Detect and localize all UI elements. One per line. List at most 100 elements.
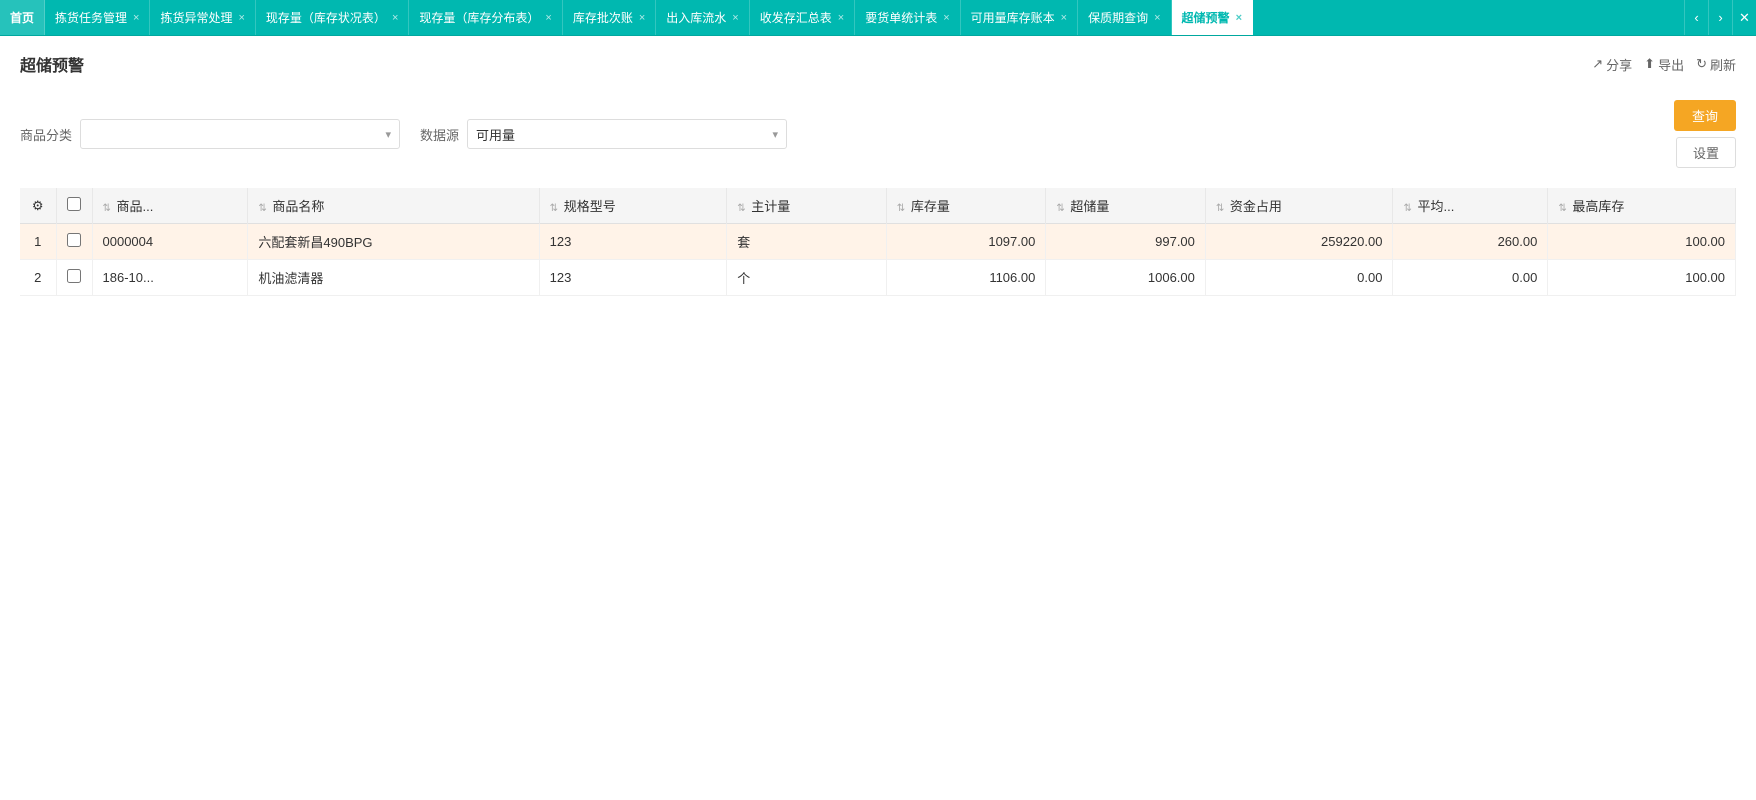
sort-icon-product-code: ⇅ bbox=[103, 203, 111, 214]
nav-arrows: ‹ › ✕ bbox=[1684, 0, 1756, 36]
row-checkbox[interactable] bbox=[67, 233, 81, 247]
col-unit[interactable]: ⇅ 主计量 bbox=[727, 188, 887, 224]
nav-tab-inout-flow[interactable]: 出入库流水 × bbox=[656, 0, 749, 36]
col-avg-label: 平均... bbox=[1417, 199, 1454, 214]
sort-icon-max-stock: ⇅ bbox=[1558, 203, 1566, 214]
row-spec: 123 bbox=[539, 260, 727, 296]
row-index: 1 bbox=[20, 224, 56, 260]
sort-icon-avg: ⇅ bbox=[1403, 203, 1411, 214]
row-checkbox[interactable] bbox=[67, 269, 81, 283]
share-action[interactable]: ↗ 分享 bbox=[1592, 55, 1632, 74]
settings-button[interactable]: 设置 bbox=[1676, 137, 1736, 168]
nav-tab-close-quality-check[interactable]: × bbox=[1154, 12, 1160, 24]
nav-tab-close-avail-ledger[interactable]: × bbox=[1061, 12, 1067, 24]
col-unit-label: 主计量 bbox=[751, 199, 790, 214]
col-avg[interactable]: ⇅ 平均... bbox=[1393, 188, 1548, 224]
nav-tab-task-mgmt[interactable]: 拣货任务管理 × bbox=[45, 0, 150, 36]
refresh-icon: ↻ bbox=[1696, 56, 1707, 72]
share-label: 分享 bbox=[1606, 55, 1632, 74]
col-gear[interactable]: ⚙ bbox=[20, 188, 56, 224]
nav-tab-label-task-mgmt: 拣货任务管理 bbox=[55, 9, 127, 26]
nav-tab-label-collect-send: 收发存汇总表 bbox=[760, 9, 832, 26]
page-actions: ↗ 分享 ⬆ 导出 ↻ 刷新 bbox=[1592, 55, 1736, 74]
export-icon: ⬆ bbox=[1644, 56, 1655, 72]
nav-tab-abnormal[interactable]: 拣货异常处理× bbox=[150, 0, 255, 36]
row-unit: 个 bbox=[727, 260, 887, 296]
nav-tab-close-overstock-warning[interactable]: × bbox=[1236, 12, 1242, 24]
nav-tab-quality-check[interactable]: 保质期查询× bbox=[1078, 0, 1171, 36]
data-source-label: 数据源 bbox=[420, 125, 459, 144]
nav-tab-close-task-mgmt[interactable]: × bbox=[133, 12, 139, 24]
product-category-filter: 商品分类 ▾ bbox=[20, 119, 400, 149]
nav-tab-label-batch-ledger: 库存批次账 bbox=[573, 9, 633, 26]
col-max-stock[interactable]: ⇅ 最高库存 bbox=[1548, 188, 1736, 224]
col-spec[interactable]: ⇅ 规格型号 bbox=[539, 188, 727, 224]
data-source-value: 可用量 bbox=[476, 125, 515, 144]
nav-tab-close-collect-send[interactable]: × bbox=[838, 12, 844, 24]
product-category-select[interactable]: ▾ bbox=[80, 119, 400, 149]
col-product-code[interactable]: ⇅ 商品... bbox=[92, 188, 248, 224]
nav-tab-overstock-warning[interactable]: 超储预警× bbox=[1172, 0, 1253, 36]
data-source-filter: 数据源 可用量 ▾ bbox=[420, 119, 787, 149]
row-overstock: 997.00 bbox=[1046, 224, 1206, 260]
row-product-name: 机油滤清器 bbox=[248, 260, 539, 296]
nav-tab-collect-send[interactable]: 收发存汇总表 × bbox=[750, 0, 855, 36]
data-source-arrow: ▾ bbox=[773, 128, 779, 141]
query-button[interactable]: 查询 bbox=[1674, 100, 1736, 131]
sort-icon-capital-use: ⇅ bbox=[1216, 203, 1224, 214]
nav-tab-close-inventory-status[interactable]: × bbox=[392, 12, 398, 24]
nav-tab-label-inventory-status: 现存量（库存状况表） bbox=[266, 9, 386, 26]
refresh-action[interactable]: ↻ 刷新 bbox=[1696, 55, 1736, 74]
nav-tab-label-inventory-dist: 现存量（库存分布表） bbox=[419, 9, 539, 26]
table-row: 10000004六配套新昌490BPG123套1097.00997.002592… bbox=[20, 224, 1736, 260]
col-stock[interactable]: ⇅ 库存量 bbox=[886, 188, 1046, 224]
row-spec: 123 bbox=[539, 224, 727, 260]
page-container: 超储预警 ↗ 分享 ⬆ 导出 ↻ 刷新 商品分类 ▾ bbox=[0, 36, 1756, 312]
row-max-stock: 100.00 bbox=[1548, 260, 1736, 296]
col-product-name-label: 商品名称 bbox=[272, 199, 324, 214]
col-capital-use-label: 资金占用 bbox=[1230, 199, 1282, 214]
row-capital-use: 0.00 bbox=[1205, 260, 1393, 296]
row-max-stock: 100.00 bbox=[1548, 224, 1736, 260]
nav-tab-batch-ledger[interactable]: 库存批次账 × bbox=[563, 0, 656, 36]
table-row: 2186-10...机油滤清器123个1106.001006.000.000.0… bbox=[20, 260, 1736, 296]
nav-tab-label-avail-ledger: 可用量库存账本 bbox=[971, 9, 1055, 26]
data-table: ⚙ ⇅ 商品... ⇅ 商品名称 ⇅ 规格型号 ⇅ bbox=[20, 188, 1736, 296]
nav-right-arrow[interactable]: › bbox=[1708, 0, 1732, 36]
nav-tab-close-order-stats[interactable]: × bbox=[943, 12, 949, 24]
col-overstock[interactable]: ⇅ 超储量 bbox=[1046, 188, 1206, 224]
gear-header-icon: ⚙ bbox=[32, 198, 44, 213]
table-header: ⚙ ⇅ 商品... ⇅ 商品名称 ⇅ 规格型号 ⇅ bbox=[20, 188, 1736, 224]
nav-tab-home[interactable]: 首页 bbox=[0, 0, 45, 36]
nav-tab-avail-ledger[interactable]: 可用量库存账本 × bbox=[961, 0, 1078, 36]
row-product-name: 六配套新昌490BPG bbox=[248, 224, 539, 260]
filter-buttons: 查询 设置 bbox=[1674, 100, 1736, 168]
filter-bar: 商品分类 ▾ 数据源 可用量 ▾ 查询 设置 bbox=[20, 92, 1736, 176]
nav-tab-close-inventory-dist[interactable]: × bbox=[545, 12, 551, 24]
export-label: 导出 bbox=[1658, 55, 1684, 74]
col-checkbox[interactable] bbox=[56, 188, 92, 224]
nav-tab-label-inout-flow: 出入库流水 bbox=[666, 9, 726, 26]
row-avg: 260.00 bbox=[1393, 224, 1548, 260]
row-product-code: 0000004 bbox=[92, 224, 248, 260]
nav-left-arrow[interactable]: ‹ bbox=[1684, 0, 1708, 36]
share-icon: ↗ bbox=[1592, 56, 1603, 72]
nav-tab-order-stats[interactable]: 要货单统计表 × bbox=[855, 0, 960, 36]
nav-tab-label-order-stats: 要货单统计表 bbox=[865, 9, 937, 26]
nav-tab-inventory-dist[interactable]: 现存量（库存分布表） × bbox=[409, 0, 562, 36]
select-all-checkbox[interactable] bbox=[67, 197, 81, 211]
nav-tab-close-abnormal[interactable]: × bbox=[238, 12, 244, 24]
nav-tab-close-batch-ledger[interactable]: × bbox=[639, 12, 645, 24]
nav-tab-close-inout-flow[interactable]: × bbox=[732, 12, 738, 24]
col-overstock-label: 超储量 bbox=[1070, 199, 1109, 214]
export-action[interactable]: ⬆ 导出 bbox=[1644, 55, 1684, 74]
row-checkbox-cell bbox=[56, 260, 92, 296]
sort-icon-overstock: ⇅ bbox=[1056, 203, 1064, 214]
col-capital-use[interactable]: ⇅ 资金占用 bbox=[1205, 188, 1393, 224]
data-source-select[interactable]: 可用量 ▾ bbox=[467, 119, 787, 149]
col-product-name[interactable]: ⇅ 商品名称 bbox=[248, 188, 539, 224]
nav-close-arrow[interactable]: ✕ bbox=[1732, 0, 1756, 36]
sort-icon-unit: ⇅ bbox=[737, 203, 745, 214]
nav-tab-inventory-status[interactable]: 现存量（库存状况表） × bbox=[256, 0, 409, 36]
row-avg: 0.00 bbox=[1393, 260, 1548, 296]
